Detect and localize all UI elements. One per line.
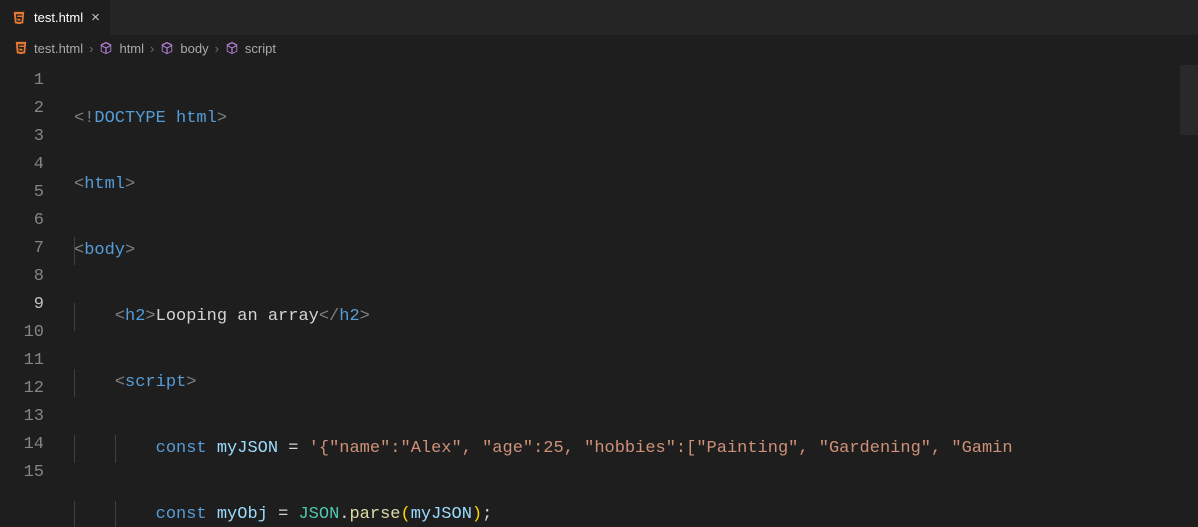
- chevron-right-icon: ›: [150, 41, 154, 56]
- crumb-label: script: [245, 41, 276, 56]
- symbol-icon: [225, 41, 239, 55]
- editor[interactable]: 1 2 3 4 5 6 7 8 9 10 11 12 13 14 15 <!DO…: [0, 61, 1198, 527]
- code-line[interactable]: const myJSON = '{"name":"Alex", "age":25…: [62, 435, 1198, 463]
- line-number[interactable]: 1: [0, 67, 62, 95]
- close-icon[interactable]: ×: [91, 10, 100, 25]
- code-line[interactable]: <html>: [62, 171, 1198, 199]
- line-number[interactable]: 3: [0, 123, 62, 151]
- minimap[interactable]: [1180, 61, 1198, 527]
- crumb-html[interactable]: html: [99, 41, 144, 56]
- symbol-icon: [99, 41, 113, 55]
- gutter: 1 2 3 4 5 6 7 8 9 10 11 12 13 14 15: [0, 61, 62, 527]
- line-number[interactable]: 12: [0, 375, 62, 403]
- crumb-body[interactable]: body: [160, 41, 208, 56]
- tab-test-html[interactable]: test.html ×: [0, 0, 111, 35]
- code-line[interactable]: <body>: [62, 237, 1198, 265]
- chevron-right-icon: ›: [215, 41, 219, 56]
- code-line[interactable]: <h2>Looping an array</h2>: [62, 303, 1198, 331]
- chevron-right-icon: ›: [89, 41, 93, 56]
- line-number[interactable]: 8: [0, 263, 62, 291]
- minimap-viewport[interactable]: [1180, 65, 1198, 135]
- line-number[interactable]: 2: [0, 95, 62, 123]
- line-number[interactable]: 15: [0, 459, 62, 487]
- code-area[interactable]: <!DOCTYPE html> <html> <body> <h2>Loopin…: [62, 61, 1198, 527]
- crumb-label: body: [180, 41, 208, 56]
- line-number[interactable]: 14: [0, 431, 62, 459]
- code-line[interactable]: const myObj = JSON.parse(myJSON);: [62, 501, 1198, 527]
- line-number[interactable]: 4: [0, 151, 62, 179]
- crumb-file[interactable]: test.html: [14, 41, 83, 56]
- code-line[interactable]: <!DOCTYPE html>: [62, 105, 1198, 133]
- file-html-icon: [12, 11, 26, 25]
- line-number[interactable]: 9: [0, 291, 62, 319]
- line-number[interactable]: 10: [0, 319, 62, 347]
- line-number[interactable]: 7: [0, 235, 62, 263]
- crumb-script[interactable]: script: [225, 41, 276, 56]
- breadcrumb: test.html › html › body › script: [0, 35, 1198, 61]
- code-line[interactable]: <script>: [62, 369, 1198, 397]
- symbol-icon: [160, 41, 174, 55]
- tabs-bar: test.html ×: [0, 0, 1198, 35]
- line-number[interactable]: 5: [0, 179, 62, 207]
- crumb-label: test.html: [34, 41, 83, 56]
- file-html-icon: [14, 41, 28, 55]
- line-number[interactable]: 13: [0, 403, 62, 431]
- tab-label: test.html: [34, 10, 83, 25]
- line-number[interactable]: 11: [0, 347, 62, 375]
- crumb-label: html: [119, 41, 144, 56]
- line-number[interactable]: 6: [0, 207, 62, 235]
